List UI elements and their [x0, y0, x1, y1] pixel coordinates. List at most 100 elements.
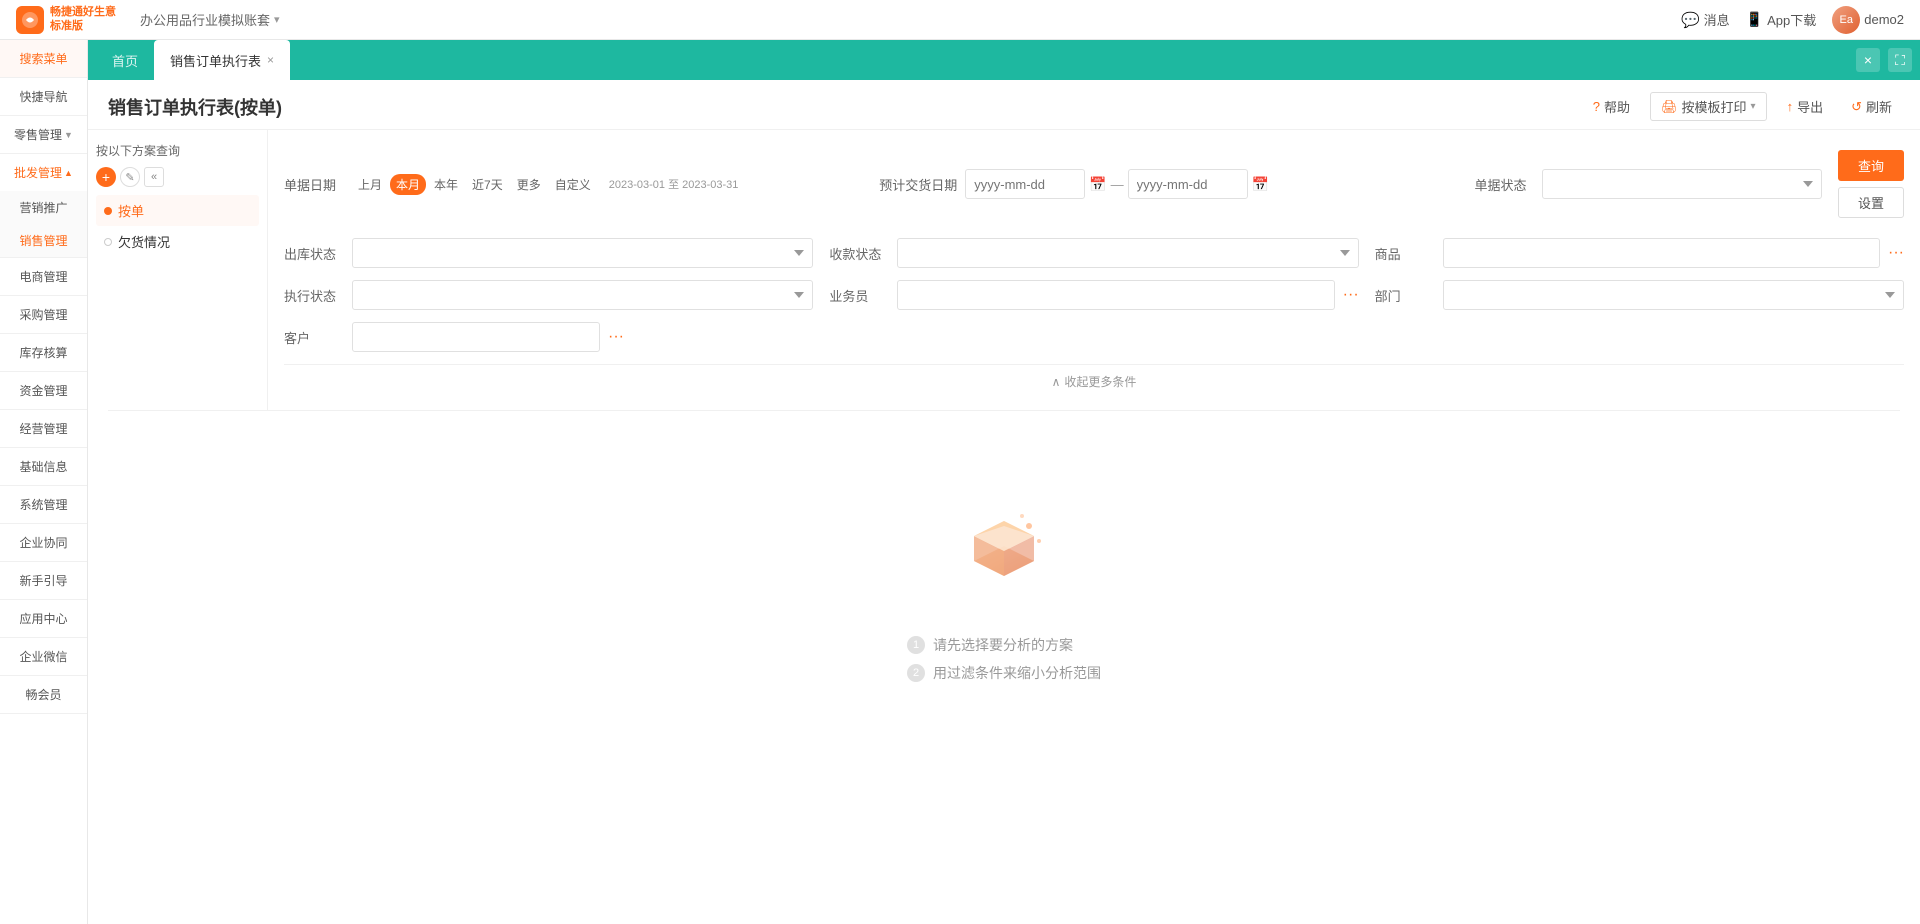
refresh-button[interactable]: ↺ 刷新	[1843, 93, 1900, 120]
scheme-item-按单[interactable]: 按单	[96, 195, 259, 226]
header-right: 💬 消息 📱 App下载 Ea demo2	[1681, 6, 1904, 34]
sidebar-item-system[interactable]: 系统管理	[0, 486, 87, 524]
empty-illustration	[944, 491, 1064, 611]
retail-arrow-icon: ▼	[64, 130, 73, 140]
customer-input[interactable]	[352, 322, 600, 352]
tab-maximize-button[interactable]: ⛶	[1888, 48, 1912, 72]
edit-scheme-button[interactable]: ✎	[120, 167, 140, 187]
collapse-filters-button[interactable]: ∧ 收起更多条件	[284, 364, 1904, 398]
status-field: 单据状态	[1474, 169, 1822, 199]
delivery-status-label: 出库状态	[284, 244, 344, 263]
dept-select[interactable]	[1443, 280, 1904, 310]
filter-left-panel: 按以下方案查询 + ✎ « 按单 欠货情况	[88, 130, 268, 410]
sidebar-item-search[interactable]: 搜索菜单	[0, 40, 87, 78]
tab-close-icon[interactable]: ×	[267, 53, 274, 67]
empty-step-1: 1 请先选择要分析的方案	[907, 631, 1101, 659]
print-button[interactable]: 🖨 按模板打印 ▾	[1650, 92, 1767, 121]
date-range-display: 2023-03-01 至 2023-03-31	[609, 176, 739, 192]
delivery-status-select[interactable]	[352, 238, 813, 268]
sidebar-item-basic[interactable]: 基础信息	[0, 448, 87, 486]
logo-icon	[16, 6, 44, 34]
add-scheme-button[interactable]: +	[96, 167, 116, 187]
scheme-inactive-dot	[104, 238, 112, 246]
empty-state: 1 请先选择要分析的方案 2 用过滤条件来缩小分析范围	[88, 411, 1920, 767]
salesperson-field: 业务员 ···	[829, 280, 1358, 310]
filter-actions: + ✎ «	[96, 167, 259, 187]
breadcrumb-text: 办公用品行业模拟账套	[140, 10, 270, 29]
estimated-date-to[interactable]	[1128, 169, 1248, 199]
tab-home[interactable]: 首页	[96, 40, 154, 80]
date-btn-current-year[interactable]: 本年	[428, 174, 464, 195]
date-btn-7days[interactable]: 近7天	[466, 174, 509, 195]
product-label: 商品	[1375, 244, 1435, 263]
breadcrumb-arrow-icon: ▾	[274, 13, 280, 26]
sidebar-group-wholesale: 批发管理 ▲ 营销推广 销售管理	[0, 154, 87, 258]
salesperson-input[interactable]	[897, 280, 1334, 310]
collapse-panel-button[interactable]: «	[144, 167, 164, 187]
date-btn-more[interactable]: 更多	[511, 174, 547, 195]
sidebar-item-operations[interactable]: 经营管理	[0, 410, 87, 448]
sidebar-item-sales[interactable]: 销售管理	[0, 224, 87, 257]
user-area[interactable]: Ea demo2	[1832, 6, 1904, 34]
sidebar-item-wechat[interactable]: 企业微信	[0, 638, 87, 676]
sidebar-item-purchase[interactable]: 采购管理	[0, 296, 87, 334]
sidebar-group-retail: 零售管理 ▼	[0, 116, 87, 154]
export-button[interactable]: ↑ 导出	[1779, 93, 1832, 120]
sidebar: 搜索菜单 快捷导航 零售管理 ▼ 批发管理 ▲ 营销推广 销售管理 电商管理	[0, 40, 88, 924]
avatar: Ea	[1832, 6, 1860, 34]
customer-label: 客户	[284, 328, 344, 347]
status-select[interactable]	[1542, 169, 1822, 199]
sidebar-item-enterprise[interactable]: 企业协同	[0, 524, 87, 562]
exec-status-field: 执行状态	[284, 280, 813, 310]
salesperson-label: 业务员	[829, 286, 889, 305]
query-button[interactable]: 查询	[1838, 150, 1904, 181]
product-more-icon[interactable]: ···	[1888, 244, 1904, 262]
tab-close-button[interactable]: ×	[1856, 48, 1880, 72]
status-label: 单据状态	[1474, 175, 1534, 194]
dept-label: 部门	[1375, 286, 1435, 305]
settings-button[interactable]: 设置	[1838, 187, 1904, 218]
message-icon: 💬	[1681, 11, 1700, 29]
filter-section: 按以下方案查询 + ✎ « 按单 欠货情况	[88, 129, 1920, 410]
sidebar-item-newbie[interactable]: 新手引导	[0, 562, 87, 600]
customer-more-icon[interactable]: ···	[608, 328, 624, 346]
sidebar-item-finance[interactable]: 资金管理	[0, 372, 87, 410]
payment-status-select[interactable]	[897, 238, 1358, 268]
sidebar-item-retail[interactable]: 零售管理 ▼	[0, 116, 87, 153]
tab-maximize-icon: ⛶	[1895, 52, 1905, 69]
tab-close-window-icon: ×	[1864, 52, 1872, 68]
date-btn-last-month[interactable]: 上月	[352, 174, 388, 195]
app-download-button[interactable]: 📱 App下载	[1746, 10, 1817, 29]
wholesale-arrow-icon: ▲	[64, 168, 73, 178]
sidebar-item-ecommerce[interactable]: 电商管理	[0, 258, 87, 296]
sidebar-item-inventory[interactable]: 库存核算	[0, 334, 87, 372]
estimated-date-from[interactable]	[965, 169, 1085, 199]
sidebar-item-marketing[interactable]: 营销推广	[0, 191, 87, 224]
date-label: 单据日期	[284, 175, 344, 194]
sidebar-item-quick-nav[interactable]: 快捷导航	[0, 78, 87, 116]
tab-sales-order[interactable]: 销售订单执行表 ×	[154, 40, 290, 80]
sidebar-item-member[interactable]: 畅会员	[0, 676, 87, 714]
logo-text: 畅捷通好生意 标准版	[50, 6, 116, 32]
message-button[interactable]: 💬 消息	[1681, 10, 1730, 29]
salesperson-more-icon[interactable]: ···	[1343, 286, 1359, 304]
tab-bar-right: × ⛶	[1856, 48, 1912, 72]
page-inner: 销售订单执行表(按单) ? 帮助 🖨 按模板打印 ▾ ↑	[88, 80, 1920, 924]
date-btn-current-month[interactable]: 本月	[390, 174, 426, 195]
estimated-date-label: 预计交货日期	[879, 175, 957, 194]
exec-status-select[interactable]	[352, 280, 813, 310]
sidebar-item-wholesale[interactable]: 批发管理 ▲	[0, 154, 87, 191]
product-input[interactable]	[1443, 238, 1880, 268]
breadcrumb[interactable]: 办公用品行业模拟账套 ▾	[140, 10, 280, 29]
delivery-status-field: 出库状态	[284, 238, 813, 268]
scheme-item-欠货情况[interactable]: 欠货情况	[96, 226, 259, 257]
filter-scheme-title: 按以下方案查询	[96, 142, 259, 159]
date-btn-custom[interactable]: 自定义	[549, 174, 597, 195]
empty-steps-list: 1 请先选择要分析的方案 2 用过滤条件来缩小分析范围	[907, 631, 1101, 687]
user-name: demo2	[1864, 12, 1904, 27]
help-button[interactable]: ? 帮助	[1585, 93, 1638, 120]
export-icon: ↑	[1787, 99, 1794, 114]
sidebar-item-apps[interactable]: 应用中心	[0, 600, 87, 638]
empty-step-2: 2 用过滤条件来缩小分析范围	[907, 659, 1101, 687]
product-field: 商品 ···	[1375, 238, 1904, 268]
